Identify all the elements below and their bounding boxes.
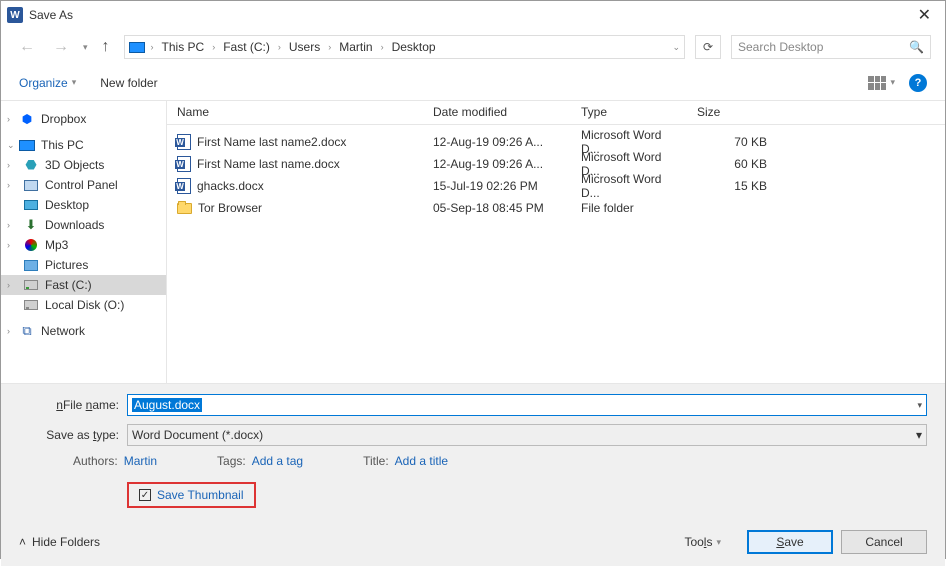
save-type-select[interactable]: Word Document (*.docx) ▾ — [127, 424, 927, 446]
breadcrumb-item[interactable]: Martin — [337, 40, 374, 54]
breadcrumb-item[interactable]: Users — [287, 40, 322, 54]
tree-local-disk-o[interactable]: Local Disk (O:) — [1, 295, 166, 315]
col-size[interactable]: Size — [687, 101, 797, 124]
path-dropdown[interactable]: ⌄ — [672, 42, 680, 53]
control-panel-icon — [24, 180, 38, 191]
file-row[interactable]: First Name last name2.docx 12-Aug-19 09:… — [167, 131, 945, 153]
back-button[interactable]: ← — [15, 38, 39, 56]
chevron-down-icon: ▾ — [890, 77, 895, 88]
col-name[interactable]: Name — [167, 101, 423, 124]
breadcrumb-item[interactable]: Desktop — [390, 40, 438, 54]
file-row[interactable]: First Name last name.docx 12-Aug-19 09:2… — [167, 153, 945, 175]
col-date[interactable]: Date modified — [423, 101, 571, 124]
refresh-button[interactable]: ⟳ — [695, 35, 721, 59]
file-list-body[interactable]: First Name last name2.docx 12-Aug-19 09:… — [167, 125, 945, 383]
tree-fast-c[interactable]: ›Fast (C:) — [1, 275, 166, 295]
toolbar: Organize ▾ New folder ▾ ? — [1, 65, 945, 101]
authors-value[interactable]: Martin — [124, 454, 157, 468]
pc-icon — [19, 140, 35, 151]
drive-icon — [24, 300, 38, 310]
tree-mp3[interactable]: ›Mp3 — [1, 235, 166, 255]
tree-desktop[interactable]: Desktop — [1, 195, 166, 215]
mp3-icon — [25, 239, 37, 251]
word-doc-icon — [177, 134, 191, 150]
up-button[interactable]: ↑ — [98, 38, 114, 56]
dialog-title: Save As — [29, 8, 73, 22]
cancel-button[interactable]: Cancel — [841, 530, 927, 554]
organize-menu[interactable]: Organize ▾ — [19, 76, 76, 90]
tree-downloads[interactable]: ›⬇Downloads — [1, 215, 166, 235]
chevron-down-icon[interactable]: ▾ — [916, 428, 922, 442]
tree-network[interactable]: › ⧉ Network — [1, 321, 166, 341]
pc-icon — [129, 42, 145, 53]
tree-thispc[interactable]: ⌄ This PC — [1, 135, 166, 155]
folder-icon — [177, 203, 192, 214]
filename-label: nFile name:File name: — [19, 398, 127, 412]
chevron-icon: › — [151, 42, 154, 52]
view-icon — [868, 76, 886, 90]
view-menu[interactable]: ▾ — [868, 76, 895, 90]
drive-icon — [24, 280, 38, 290]
column-headers: Name Date modified Type Size — [167, 101, 945, 125]
hide-folders-button[interactable]: ˄ Hide Folders — [19, 535, 100, 549]
help-button[interactable]: ? — [909, 74, 927, 92]
tree-control-panel[interactable]: ›Control Panel — [1, 175, 166, 195]
save-thumbnail-checkbox[interactable]: ✓ — [139, 489, 151, 501]
file-list: Name Date modified Type Size First Name … — [167, 101, 945, 383]
word-icon: W — [7, 7, 23, 23]
search-input[interactable]: Search Desktop 🔍 — [731, 35, 931, 59]
titlebar: W Save As ✕ — [1, 1, 945, 29]
word-doc-icon — [177, 178, 191, 194]
authors-label: Authors: — [73, 454, 118, 468]
save-type-label: Save as type: — [19, 428, 127, 442]
save-form: nFile name:File name: August.docx ▾ Save… — [1, 383, 945, 522]
dropbox-icon: ⬢ — [19, 112, 35, 126]
desktop-icon — [24, 200, 38, 210]
3d-icon: ⬣ — [23, 158, 39, 172]
filename-input[interactable]: August.docx ▾ — [127, 394, 927, 416]
chevron-down-icon: ▾ — [72, 77, 77, 88]
word-doc-icon — [177, 156, 191, 172]
main-area: › ⬢ Dropbox ⌄ This PC ›⬣3D Objects ›Cont… — [1, 101, 945, 383]
breadcrumb-item[interactable]: This PC — [160, 40, 207, 54]
expand-icon[interactable]: › — [7, 326, 10, 336]
chevron-up-icon: ˄ — [19, 535, 26, 549]
title-label: Title: — [363, 454, 389, 468]
nav-row: ← → ▾ ↑ › This PC › Fast (C:) › Users › … — [1, 29, 945, 65]
title-value[interactable]: Add a title — [395, 454, 448, 468]
breadcrumb-item[interactable]: Fast (C:) — [221, 40, 272, 54]
chevron-down-icon: ▾ — [716, 537, 721, 548]
network-icon: ⧉ — [19, 324, 35, 338]
dialog-footer: ˄ Hide Folders Tools ▾ Save Cancel — [1, 522, 945, 566]
file-row[interactable]: Tor Browser 05-Sep-18 08:45 PM File fold… — [167, 197, 945, 219]
forward-button[interactable]: → — [49, 38, 73, 56]
col-type[interactable]: Type — [571, 101, 687, 124]
tree-dropbox[interactable]: › ⬢ Dropbox — [1, 109, 166, 129]
recent-dropdown[interactable]: ▾ — [83, 42, 88, 53]
search-placeholder: Search Desktop — [738, 40, 823, 54]
save-button[interactable]: Save — [747, 530, 833, 554]
chevron-down-icon[interactable]: ▾ — [917, 400, 922, 411]
navigation-tree[interactable]: › ⬢ Dropbox ⌄ This PC ›⬣3D Objects ›Cont… — [1, 101, 167, 383]
collapse-icon[interactable]: ⌄ — [7, 140, 15, 151]
search-icon: 🔍 — [909, 40, 924, 54]
tags-value[interactable]: Add a tag — [252, 454, 303, 468]
save-thumbnail-label[interactable]: Save Thumbnail — [157, 488, 244, 502]
file-row[interactable]: ghacks.docx 15-Jul-19 02:26 PM Microsoft… — [167, 175, 945, 197]
metadata-row: Authors: Martin Tags: Add a tag Title: Add … — [19, 454, 927, 468]
tools-menu[interactable]: Tools ▾ — [684, 535, 721, 549]
downloads-icon: ⬇ — [23, 218, 39, 232]
close-button[interactable]: ✕ — [910, 5, 939, 25]
expand-icon[interactable]: › — [7, 114, 10, 124]
tree-3d-objects[interactable]: ›⬣3D Objects — [1, 155, 166, 175]
tags-label: Tags: — [217, 454, 246, 468]
pictures-icon — [24, 260, 38, 271]
breadcrumb[interactable]: › This PC › Fast (C:) › Users › Martin ›… — [124, 35, 685, 59]
save-thumbnail-highlight: ✓ Save Thumbnail — [127, 482, 256, 508]
new-folder-button[interactable]: New folder — [100, 76, 157, 90]
tree-pictures[interactable]: Pictures — [1, 255, 166, 275]
